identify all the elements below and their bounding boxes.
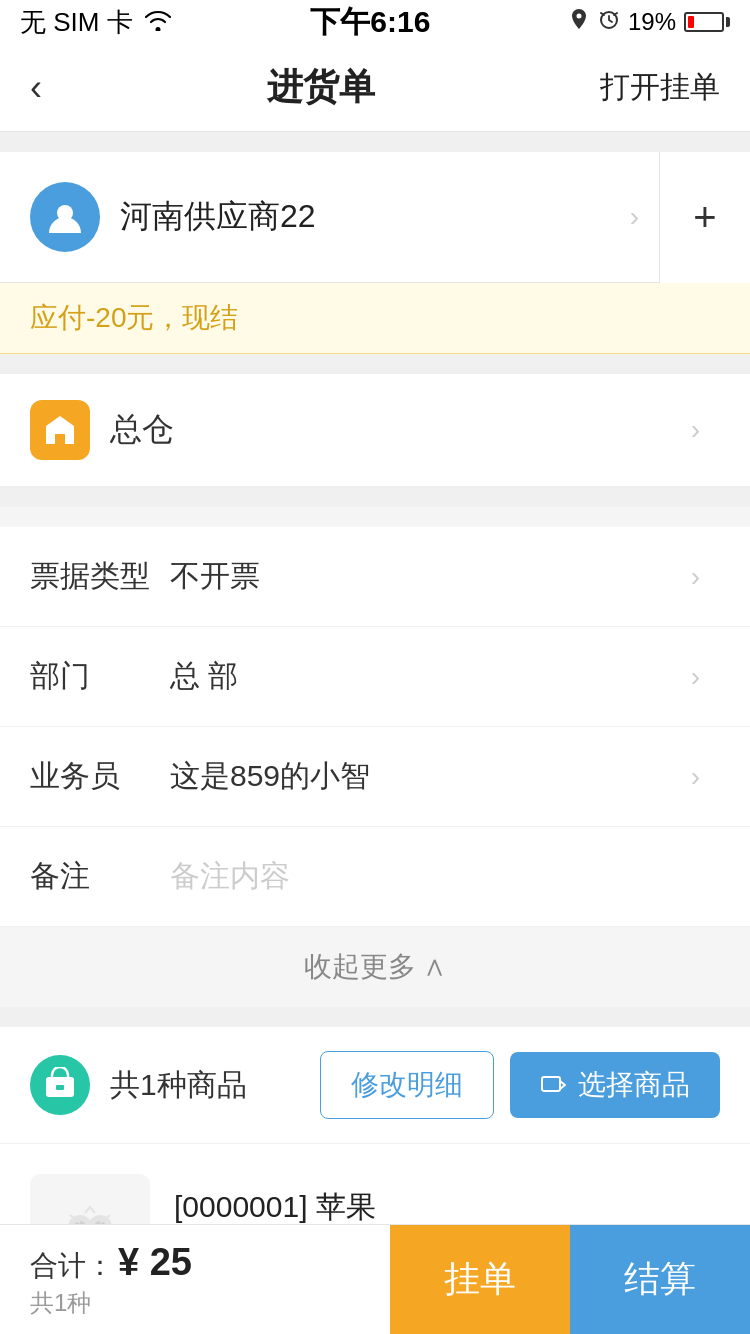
collapse-label: 收起更多 ∧ — [304, 948, 447, 986]
page-title: 进货单 — [267, 63, 375, 112]
cart-icon — [540, 1071, 568, 1099]
bottom-bar: 合计： ¥ 25 共1种 挂单 结算 — [0, 1224, 750, 1334]
section-gap-2 — [0, 354, 750, 374]
form-section: 票据类型 不开票 › 部门 总 部 › 业务员 这是859的小智 › 备注 备注… — [0, 527, 750, 927]
ticket-type-label: 票据类型 — [30, 556, 170, 597]
total-section: 合计： ¥ 25 共1种 — [0, 1241, 390, 1319]
department-value: 总 部 — [170, 656, 671, 697]
remark-label: 备注 — [30, 856, 170, 897]
supplier-main[interactable]: 河南供应商22 › — [0, 152, 659, 283]
salesperson-label: 业务员 — [30, 756, 170, 797]
section-gap-3 — [0, 487, 750, 507]
product-name: [0000001] 苹果 — [174, 1187, 672, 1228]
remark-value: 备注内容 — [170, 856, 720, 897]
salesperson-value: 这是859的小智 — [170, 756, 671, 797]
notice-text: 应付-20元，现结 — [30, 302, 238, 333]
supplier-section: 河南供应商22 › + — [0, 152, 750, 283]
remark-row[interactable]: 备注 备注内容 — [0, 827, 750, 927]
warehouse-label: 总仓 — [110, 408, 671, 452]
total-sub-label: 共1种 — [30, 1287, 360, 1319]
product-header: 共1种商品 修改明细 选择商品 — [0, 1027, 750, 1144]
warehouse-chevron-icon: › — [671, 414, 720, 446]
supplier-chevron-icon: › — [610, 201, 659, 233]
total-label: 合计： — [30, 1247, 114, 1285]
battery-icon — [684, 12, 730, 32]
select-product-label: 选择商品 — [578, 1066, 690, 1104]
notice-bar: 应付-20元，现结 — [0, 283, 750, 354]
carrier-text: 无 SIM 卡 — [20, 5, 133, 40]
salesperson-chevron-icon: › — [671, 761, 720, 793]
department-row[interactable]: 部门 总 部 › — [0, 627, 750, 727]
add-supplier-button[interactable]: + — [660, 175, 750, 260]
status-left: 无 SIM 卡 — [20, 5, 173, 40]
alarm-icon — [598, 8, 620, 36]
wifi-icon — [143, 7, 173, 38]
ticket-type-value: 不开票 — [170, 556, 671, 597]
collapse-bar[interactable]: 收起更多 ∧ — [0, 927, 750, 1007]
hang-order-button[interactable]: 挂单 — [390, 1225, 570, 1335]
status-time: 下午6:16 — [310, 2, 430, 43]
product-title: 苹果 — [316, 1190, 376, 1223]
svg-rect-2 — [55, 434, 65, 444]
product-count-label: 共1种商品 — [110, 1065, 320, 1106]
select-product-button[interactable]: 选择商品 — [510, 1052, 720, 1118]
open-pending-button[interactable]: 打开挂单 — [600, 67, 720, 108]
status-bar: 无 SIM 卡 下午6:16 19% — [0, 0, 750, 44]
status-right: 19% — [568, 8, 730, 36]
section-gap-4 — [0, 1007, 750, 1027]
supplier-name: 河南供应商22 — [120, 195, 610, 239]
nav-bar: ‹ 进货单 打开挂单 — [0, 44, 750, 132]
location-icon — [568, 8, 590, 36]
salesperson-row[interactable]: 业务员 这是859的小智 › — [0, 727, 750, 827]
ticket-type-chevron-icon: › — [671, 561, 720, 593]
department-label: 部门 — [30, 656, 170, 697]
warehouse-icon — [30, 400, 90, 460]
total-amount: ¥ 25 — [118, 1241, 192, 1284]
checkout-button[interactable]: 结算 — [570, 1225, 750, 1335]
back-button[interactable]: ‹ — [30, 67, 42, 109]
battery-text: 19% — [628, 8, 676, 36]
warehouse-row[interactable]: 总仓 › — [0, 374, 750, 487]
svg-rect-5 — [542, 1077, 560, 1091]
supplier-avatar — [30, 182, 100, 252]
product-code: [0000001] — [174, 1190, 316, 1223]
product-section-icon — [30, 1055, 90, 1115]
svg-rect-4 — [56, 1085, 64, 1090]
department-chevron-icon: › — [671, 661, 720, 693]
section-gap-1 — [0, 132, 750, 152]
ticket-type-row[interactable]: 票据类型 不开票 › — [0, 527, 750, 627]
edit-detail-button[interactable]: 修改明细 — [320, 1051, 494, 1119]
